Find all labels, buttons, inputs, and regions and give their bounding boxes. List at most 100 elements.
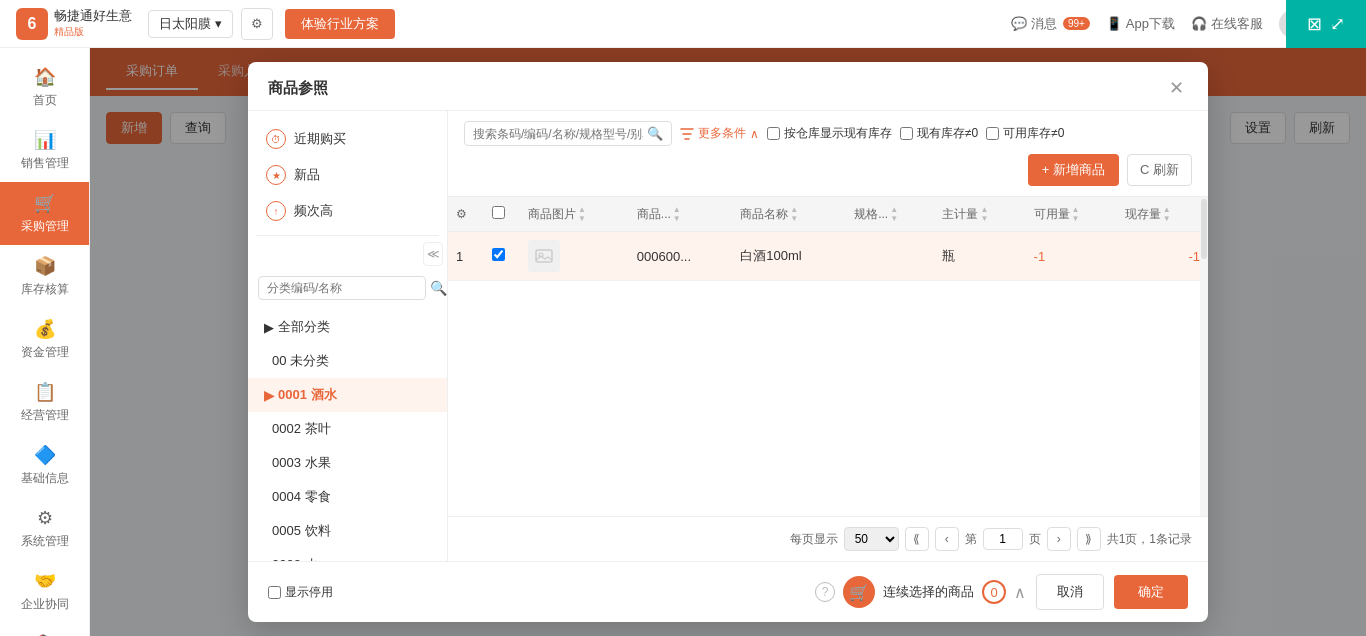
sort-arrows-name: ▲▼ <box>790 205 798 223</box>
logo-icon: 6 <box>16 8 48 40</box>
per-page-select[interactable]: 50 100 200 <box>844 527 899 551</box>
purchase-icon: 🛒 <box>34 192 56 214</box>
product-search-input[interactable] <box>473 127 643 141</box>
content-area: 采购订单 采购入库 采购退货 新增 查询 设置 刷新 商品参照 <box>90 48 1366 636</box>
row-checkbox[interactable] <box>484 232 520 281</box>
product-reference-modal: 商品参照 ✕ ⏱ 近期购买 ★ 新品 <box>248 62 1208 622</box>
sort-arrows-image: ▲▼ <box>578 205 586 223</box>
display-disabled-input[interactable] <box>268 586 281 599</box>
trial-button[interactable]: 体验行业方案 <box>285 9 395 39</box>
sidebar-label-basics: 基础信息 <box>21 470 69 487</box>
display-disabled-label: 显示停用 <box>285 584 333 601</box>
category-0001-triangle: ▶ <box>264 388 274 403</box>
category-0008-label: 0008 水 <box>272 556 318 561</box>
add-product-button[interactable]: + 新增商品 <box>1028 154 1119 186</box>
category-0001[interactable]: ▶ 0001 酒水 <box>248 378 447 412</box>
product-search-icon[interactable]: 🔍 <box>647 126 663 141</box>
category-search-input[interactable] <box>258 276 426 300</box>
row-index: 1 <box>448 232 484 281</box>
sidebar-item-basics[interactable]: 🔷 基础信息 <box>0 434 89 497</box>
logo-area: 6 畅捷通好生意 精品版 <box>16 8 132 40</box>
sidebar-item-home[interactable]: 🏠 首页 <box>0 56 89 119</box>
display-disabled-checkbox[interactable]: 显示停用 <box>268 584 333 601</box>
sidebar-label-finance: 资金管理 <box>21 344 69 361</box>
prev-page-button[interactable]: ‹ <box>935 527 959 551</box>
table-row[interactable]: 1 <box>448 232 1208 281</box>
first-page-button[interactable]: ⟪ <box>905 527 929 551</box>
category-0003[interactable]: 0003 水果 <box>248 446 447 480</box>
nav-selector[interactable]: 日太阳膜 ▾ <box>148 10 233 38</box>
sidebar-item-collab[interactable]: 🤝 企业协同 <box>0 560 89 623</box>
gear-button[interactable]: ⚙ <box>241 8 273 40</box>
cancel-button[interactable]: 取消 <box>1036 574 1104 610</box>
collapse-button[interactable]: ≪ <box>423 242 443 266</box>
checkbox-available-stock[interactable]: 可用库存≠0 <box>986 125 1064 142</box>
page-number-input[interactable] <box>983 528 1023 550</box>
category-all[interactable]: ▶ 全部分类 <box>248 310 447 344</box>
th-code-sort[interactable]: 商品... ▲▼ <box>637 205 724 223</box>
sidebar: 🏠 首页 📊 销售管理 🛒 采购管理 📦 库存核算 💰 资金管理 📋 经营管理 … <box>0 48 90 636</box>
help-icon[interactable]: ? <box>815 582 835 602</box>
modal-title: 商品参照 <box>268 79 328 98</box>
th-spec-sort[interactable]: 规格... ▲▼ <box>854 205 926 223</box>
th-stock-sort[interactable]: 现存量 ▲▼ <box>1125 205 1200 223</box>
sidebar-item-operations[interactable]: 📋 经营管理 <box>0 371 89 434</box>
sidebar-label-operations: 经营管理 <box>21 407 69 424</box>
quick-item-new[interactable]: ★ 新品 <box>256 157 439 193</box>
th-available: 可用量 ▲▼ <box>1026 197 1117 232</box>
confirm-button[interactable]: 确定 <box>1114 575 1188 609</box>
checkbox-available-stock-input[interactable] <box>986 127 999 140</box>
sales-icon: 📊 <box>34 129 56 151</box>
modal-close-button[interactable]: ✕ <box>1164 76 1188 100</box>
sort-arrows-code: ▲▼ <box>673 205 681 223</box>
sidebar-item-finance[interactable]: 💰 资金管理 <box>0 308 89 371</box>
scrollbar-thumb[interactable] <box>1201 199 1207 259</box>
checkbox-warehouse-stock-input[interactable] <box>767 127 780 140</box>
sidebar-item-system[interactable]: ⚙ 系统管理 <box>0 497 89 560</box>
th-settings[interactable]: ⚙ <box>448 197 484 232</box>
category-0002[interactable]: 0002 茶叶 <box>248 412 447 446</box>
quick-item-frequent[interactable]: ↑ 频次高 <box>256 193 439 229</box>
cart-icon[interactable]: 🛒 <box>843 576 875 608</box>
checkbox-nonzero-stock-input[interactable] <box>900 127 913 140</box>
sidebar-item-purchase[interactable]: 🛒 采购管理 <box>0 182 89 245</box>
row-select-checkbox[interactable] <box>492 248 505 261</box>
app-download-item[interactable]: 📱 App下载 <box>1106 15 1175 33</box>
checkbox-available-stock-label: 可用库存≠0 <box>1003 125 1064 142</box>
category-00[interactable]: 00 未分类 <box>248 344 447 378</box>
th-checkbox[interactable] <box>484 197 520 232</box>
scrollbar-track[interactable] <box>1200 197 1208 516</box>
sidebar-label-system: 系统管理 <box>21 533 69 550</box>
refresh-button[interactable]: C 刷新 <box>1127 154 1192 186</box>
message-icon: 💬 <box>1011 16 1027 31</box>
cart-collapse-icon[interactable]: ∧ <box>1014 583 1026 602</box>
quick-item-recent[interactable]: ⏱ 近期购买 <box>256 121 439 157</box>
product-image <box>528 240 560 272</box>
message-item[interactable]: 💬 消息 99+ <box>1011 15 1090 33</box>
sidebar-item-sales[interactable]: 📊 销售管理 <box>0 119 89 182</box>
modal-overlay: 商品参照 ✕ ⏱ 近期购买 ★ 新品 <box>90 48 1366 636</box>
category-0005[interactable]: 0005 饮料 <box>248 514 447 548</box>
last-page-button[interactable]: ⟫ <box>1077 527 1101 551</box>
th-name-sort[interactable]: 商品名称 ▲▼ <box>740 205 838 223</box>
column-settings-icon[interactable]: ⚙ <box>456 207 467 221</box>
sidebar-item-inventory[interactable]: 📦 库存核算 <box>0 245 89 308</box>
online-service-item[interactable]: 🎧 在线客服 <box>1191 15 1263 33</box>
select-all-checkbox[interactable] <box>492 206 505 219</box>
th-code: 商品... ▲▼ <box>629 197 732 232</box>
row-spec <box>846 232 934 281</box>
category-0008[interactable]: 0008 水 <box>248 548 447 561</box>
checkbox-warehouse-stock[interactable]: 按仓库显示现有库存 <box>767 125 892 142</box>
filter-button[interactable]: 更多条件 ∧ <box>680 125 759 142</box>
th-image-sort[interactable]: 商品图片 ▲▼ <box>528 205 621 223</box>
th-unit-sort[interactable]: 主计量 ▲▼ <box>942 205 1017 223</box>
sidebar-item-guide[interactable]: 📚 新手引导 <box>0 623 89 636</box>
checkbox-nonzero-stock[interactable]: 现有库存≠0 <box>900 125 978 142</box>
next-page-button[interactable]: › <box>1047 527 1071 551</box>
category-all-triangle: ▶ <box>264 320 274 335</box>
th-available-sort[interactable]: 可用量 ▲▼ <box>1034 205 1109 223</box>
modal-header: 商品参照 ✕ <box>248 62 1208 111</box>
category-0004[interactable]: 0004 零食 <box>248 480 447 514</box>
category-search-icon[interactable]: 🔍 <box>430 280 447 296</box>
checkbox-warehouse-stock-label: 按仓库显示现有库存 <box>784 125 892 142</box>
